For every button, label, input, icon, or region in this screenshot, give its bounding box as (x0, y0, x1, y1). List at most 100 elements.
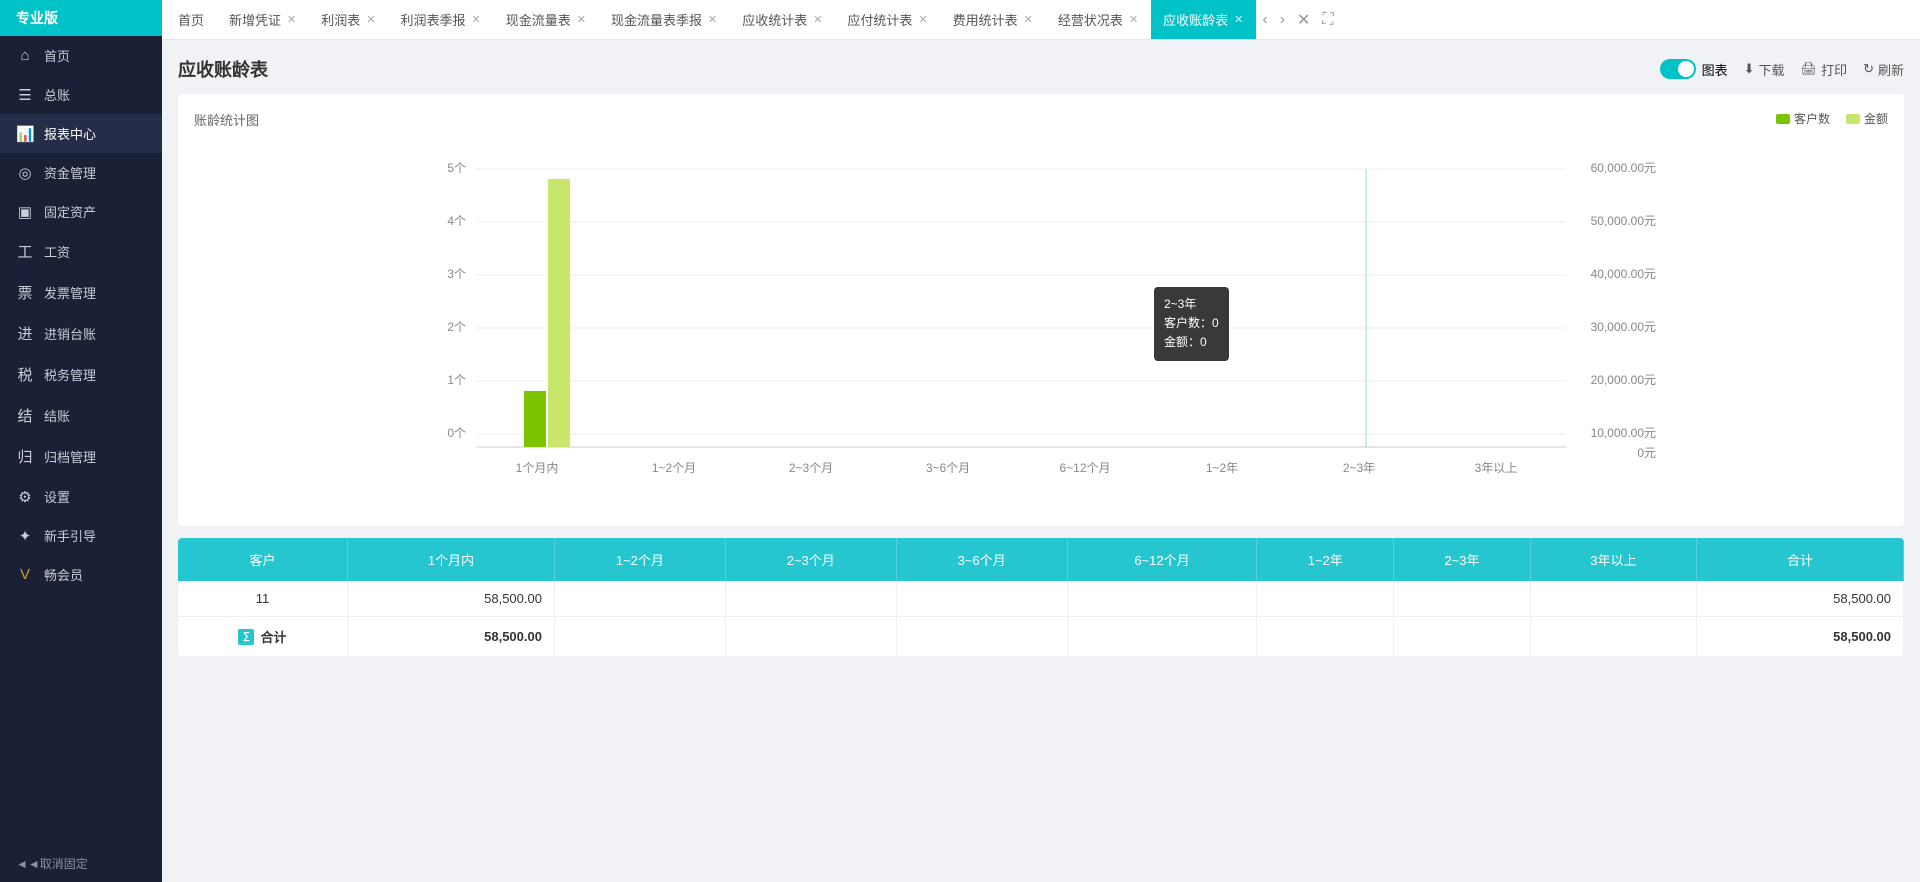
vip-icon: V (16, 566, 34, 583)
tab-expense-stats[interactable]: 费用统计表 ✕ (941, 0, 1046, 40)
legend-amount: 金额 (1846, 110, 1888, 127)
tab-home[interactable]: 首页 (166, 0, 217, 40)
total-m612 (1067, 617, 1257, 657)
app-logo: 专业版 (0, 0, 162, 36)
tab-close-voucher[interactable]: ✕ (287, 13, 296, 26)
cell-m612 (1067, 581, 1257, 617)
sidebar-item-assets[interactable]: ▣ 固定资产 (0, 192, 162, 231)
chart-svg: 5个 4个 3个 2个 1个 0个 60,000.00元 50,000.00元 … (194, 137, 1888, 507)
data-table: 客户 1个月内 1~2个月 2~3个月 3~6个月 6~12个月 1~2年 2~… (178, 538, 1904, 656)
svg-text:6~12个月: 6~12个月 (1059, 461, 1110, 475)
tab-bar: 首页 新增凭证 ✕ 利润表 ✕ 利润表季报 ✕ 现金流量表 ✕ 现金流量表季报 … (162, 0, 1920, 40)
svg-text:3~6个月: 3~6个月 (926, 461, 970, 475)
sidebar-item-label: 发票管理 (44, 283, 96, 302)
tab-profit[interactable]: 利润表 ✕ (309, 0, 388, 40)
sidebar-item-label: 报表中心 (44, 124, 96, 143)
ledger-icon: ☰ (16, 86, 34, 104)
guide-icon: ✦ (16, 527, 34, 545)
payroll-icon: 工 (16, 241, 34, 262)
print-btn[interactable]: 🖨 打印 (1801, 60, 1848, 79)
toggle-track[interactable] (1660, 59, 1696, 79)
tab-close-cashflow-quarter[interactable]: ✕ (708, 13, 717, 26)
total-m23 (725, 617, 896, 657)
sidebar-item-settings[interactable]: ⚙ 设置 (0, 477, 162, 516)
svg-text:1个: 1个 (447, 373, 466, 387)
svg-text:4个: 4个 (447, 214, 466, 228)
total-label-cell: ∑ 合计 (178, 617, 347, 657)
col-header-y23: 2~3年 (1394, 538, 1531, 581)
sidebar-item-label: 总账 (44, 85, 70, 104)
chart-svg-wrapper: 5个 4个 3个 2个 1个 0个 60,000.00元 50,000.00元 … (194, 137, 1888, 510)
col-header-m12: 1~2个月 (554, 538, 725, 581)
download-btn[interactable]: ⬇ 下载 (1744, 60, 1785, 79)
tab-close-biz-status[interactable]: ✕ (1129, 13, 1138, 26)
tab-close-all[interactable]: ✕ (1291, 10, 1316, 30)
svg-text:20,000.00元: 20,000.00元 (1591, 373, 1656, 387)
download-icon: ⬇ (1744, 61, 1755, 77)
sidebar-item-payroll[interactable]: 工 工资 (0, 231, 162, 272)
tab-nav-next[interactable]: › (1274, 11, 1291, 29)
cell-m36 (896, 581, 1067, 617)
svg-text:1~2个月: 1~2个月 (652, 461, 696, 475)
sidebar-item-sales[interactable]: 进 进销台账 (0, 313, 162, 354)
sidebar-item-invoice[interactable]: 票 发票管理 (0, 272, 162, 313)
page-header: 应收账龄表 图表 ⬇ 下载 🖨 打印 ↻ 刷新 (178, 56, 1904, 82)
tab-close-expense-stats[interactable]: ✕ (1024, 13, 1033, 26)
tab-expand[interactable]: ⛶ (1316, 11, 1339, 29)
total-icon: ∑ (238, 629, 254, 645)
refresh-btn[interactable]: ↻ 刷新 (1863, 60, 1904, 79)
tab-ar-aging[interactable]: 应收账龄表 ✕ (1151, 0, 1256, 40)
tab-voucher[interactable]: 新增凭证 ✕ (217, 0, 309, 40)
chart-legend: 客户数 金额 (1776, 110, 1888, 127)
chart-toggle[interactable]: 图表 (1660, 59, 1728, 79)
sidebar-item-archive[interactable]: 归 归档管理 (0, 436, 162, 477)
cell-customer: 11 (178, 581, 347, 617)
main-area: 首页 新增凭证 ✕ 利润表 ✕ 利润表季报 ✕ 现金流量表 ✕ 现金流量表季报 … (162, 0, 1920, 882)
svg-text:2个: 2个 (447, 320, 466, 334)
tab-close-ap-stats[interactable]: ✕ (918, 13, 927, 26)
total-text: 合计 (260, 627, 286, 646)
sidebar-collapse-btn[interactable]: ◄◄取消固定 (0, 845, 162, 882)
tab-biz-status[interactable]: 经营状况表 ✕ (1046, 0, 1151, 40)
col-header-total: 合计 (1696, 538, 1903, 581)
sidebar-item-funds[interactable]: ◎ 资金管理 (0, 153, 162, 192)
total-y12 (1257, 617, 1394, 657)
svg-text:2~3年: 2~3年 (1343, 461, 1375, 475)
cell-m12 (554, 581, 725, 617)
tab-cashflow[interactable]: 现金流量表 ✕ (494, 0, 599, 40)
tab-ap-stats[interactable]: 应付统计表 ✕ (835, 0, 940, 40)
total-total: 58,500.00 (1696, 617, 1903, 657)
print-icon: 🖨 (1801, 61, 1818, 77)
funds-icon: ◎ (16, 164, 34, 182)
tab-cashflow-quarter[interactable]: 现金流量表季报 ✕ (599, 0, 730, 40)
sidebar-item-vip[interactable]: V 畅会员 (0, 555, 162, 594)
tab-ar-stats[interactable]: 应收统计表 ✕ (730, 0, 835, 40)
cell-m23 (725, 581, 896, 617)
sidebar-item-label: 归档管理 (44, 447, 96, 466)
sidebar-item-close[interactable]: 结 结账 (0, 395, 162, 436)
sidebar-item-guide[interactable]: ✦ 新手引导 (0, 516, 162, 555)
svg-text:3个: 3个 (447, 267, 466, 281)
sidebar-item-label: 进销台账 (44, 324, 96, 343)
tab-close-ar-aging[interactable]: ✕ (1234, 13, 1243, 26)
sidebar-item-reports[interactable]: 📊 报表中心 (0, 114, 162, 153)
legend-customer-color (1776, 114, 1790, 124)
sidebar-item-home[interactable]: ⌂ 首页 (0, 36, 162, 75)
cell-m1: 58,500.00 (347, 581, 554, 617)
table-total-row: ∑ 合计 58,500.00 58,500.00 (178, 617, 1904, 657)
tab-profit-quarter[interactable]: 利润表季报 ✕ (388, 0, 493, 40)
tab-close-ar-stats[interactable]: ✕ (813, 13, 822, 26)
archive-icon: 归 (16, 446, 34, 467)
sidebar-item-label: 畅会员 (44, 565, 83, 584)
sidebar-item-tax[interactable]: 税 税务管理 (0, 354, 162, 395)
tab-close-cashflow[interactable]: ✕ (577, 13, 586, 26)
svg-text:1个月内: 1个月内 (516, 461, 559, 475)
sidebar-item-ledger[interactable]: ☰ 总账 (0, 75, 162, 114)
chart-title: 账龄统计图 (194, 110, 1888, 129)
toggle-thumb (1678, 61, 1694, 77)
sales-icon: 进 (16, 323, 34, 344)
svg-text:0元: 0元 (1637, 446, 1656, 460)
tab-close-profit[interactable]: ✕ (366, 13, 375, 26)
tab-close-profit-quarter[interactable]: ✕ (472, 13, 481, 26)
tab-nav-prev[interactable]: ‹ (1256, 11, 1273, 29)
